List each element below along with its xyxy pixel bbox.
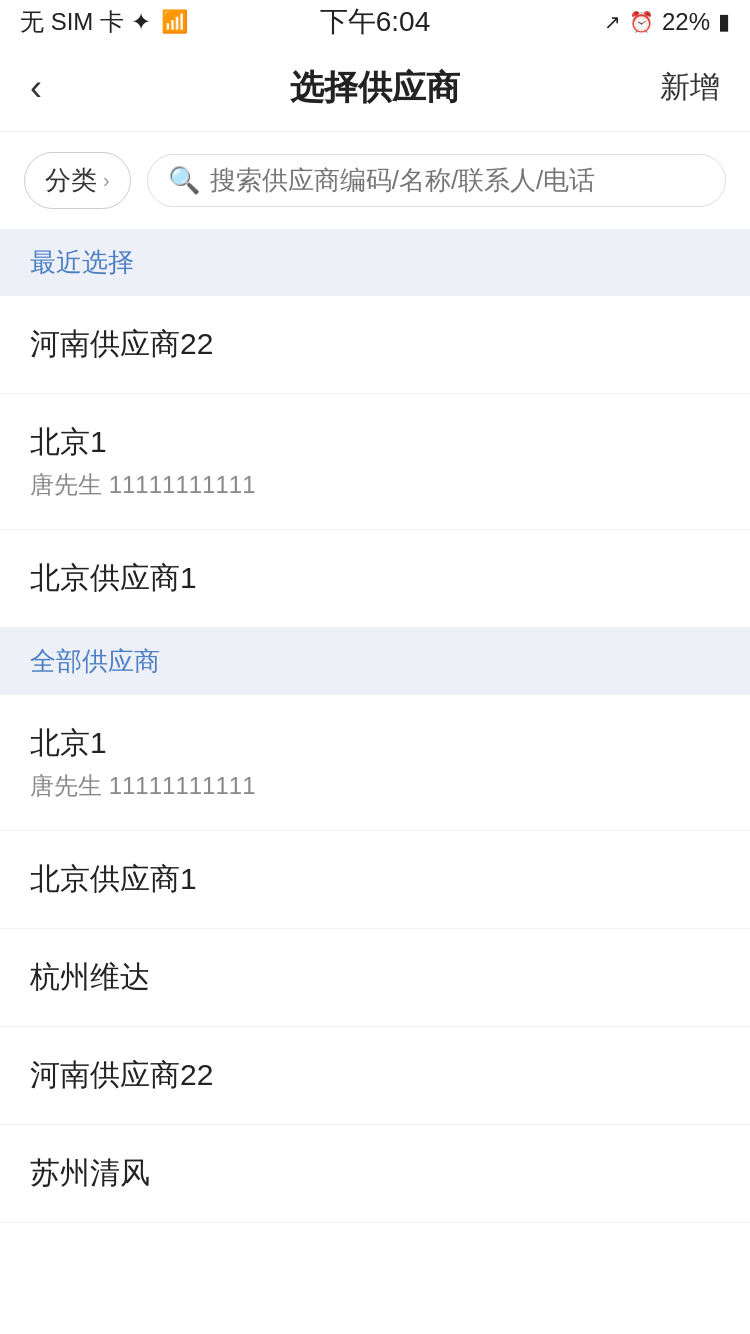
status-bar: 无 SIM 卡 ✦ 📶 下午6:04 ↗ ⏰ 22% ▮ <box>0 0 750 44</box>
status-left: 无 SIM 卡 ✦ 📶 <box>20 6 188 38</box>
status-right: ↗ ⏰ 22% ▮ <box>604 8 730 36</box>
all-section-label: 全部供应商 <box>30 646 160 676</box>
item-name: 杭州维达 <box>30 957 720 998</box>
location-icon: ↗ <box>604 10 621 34</box>
battery-icon: ▮ <box>718 9 730 35</box>
item-name: 苏州清风 <box>30 1153 720 1194</box>
search-box: 🔍 <box>147 154 726 207</box>
item-name: 北京1 <box>30 723 720 764</box>
item-name: 北京供应商1 <box>30 859 720 900</box>
item-name: 北京供应商1 <box>30 558 720 599</box>
category-button[interactable]: 分类 › <box>24 152 131 209</box>
category-label: 分类 <box>45 163 97 198</box>
list-item[interactable]: 杭州维达 <box>0 929 750 1027</box>
list-item[interactable]: 北京1 唐先生 11111111111 <box>0 695 750 831</box>
recent-section-header: 最近选择 <box>0 229 750 296</box>
recent-list: 河南供应商22 北京1 唐先生 11111111111 北京供应商1 <box>0 296 750 628</box>
item-detail: 唐先生 11111111111 <box>30 770 720 802</box>
battery-label: 22% <box>662 8 710 36</box>
back-button[interactable]: ‹ <box>30 67 90 109</box>
all-list: 北京1 唐先生 11111111111 北京供应商1 杭州维达 河南供应商22 … <box>0 695 750 1223</box>
sim-label: 无 SIM 卡 ✦ <box>20 6 151 38</box>
page-title: 选择供应商 <box>290 65 460 111</box>
status-time: 下午6:04 <box>320 3 431 41</box>
list-item[interactable]: 北京供应商1 <box>0 831 750 929</box>
item-name: 河南供应商22 <box>30 324 720 365</box>
list-item[interactable]: 北京1 唐先生 11111111111 <box>0 394 750 530</box>
alarm-icon: ⏰ <box>629 10 654 34</box>
new-action-button[interactable]: 新增 <box>660 67 720 108</box>
list-item[interactable]: 苏州清风 <box>0 1125 750 1223</box>
item-name: 北京1 <box>30 422 720 463</box>
item-detail: 唐先生 11111111111 <box>30 469 720 501</box>
filter-bar: 分类 › 🔍 <box>0 132 750 229</box>
search-icon: 🔍 <box>168 165 200 196</box>
nav-bar: ‹ 选择供应商 新增 <box>0 44 750 132</box>
chevron-right-icon: › <box>103 169 110 192</box>
list-item[interactable]: 北京供应商1 <box>0 530 750 628</box>
list-item[interactable]: 河南供应商22 <box>0 296 750 394</box>
item-name: 河南供应商22 <box>30 1055 720 1096</box>
all-section-header: 全部供应商 <box>0 628 750 695</box>
wifi-icon: 📶 <box>161 9 188 35</box>
list-item[interactable]: 河南供应商22 <box>0 1027 750 1125</box>
recent-section-label: 最近选择 <box>30 247 134 277</box>
search-input[interactable] <box>210 165 705 196</box>
